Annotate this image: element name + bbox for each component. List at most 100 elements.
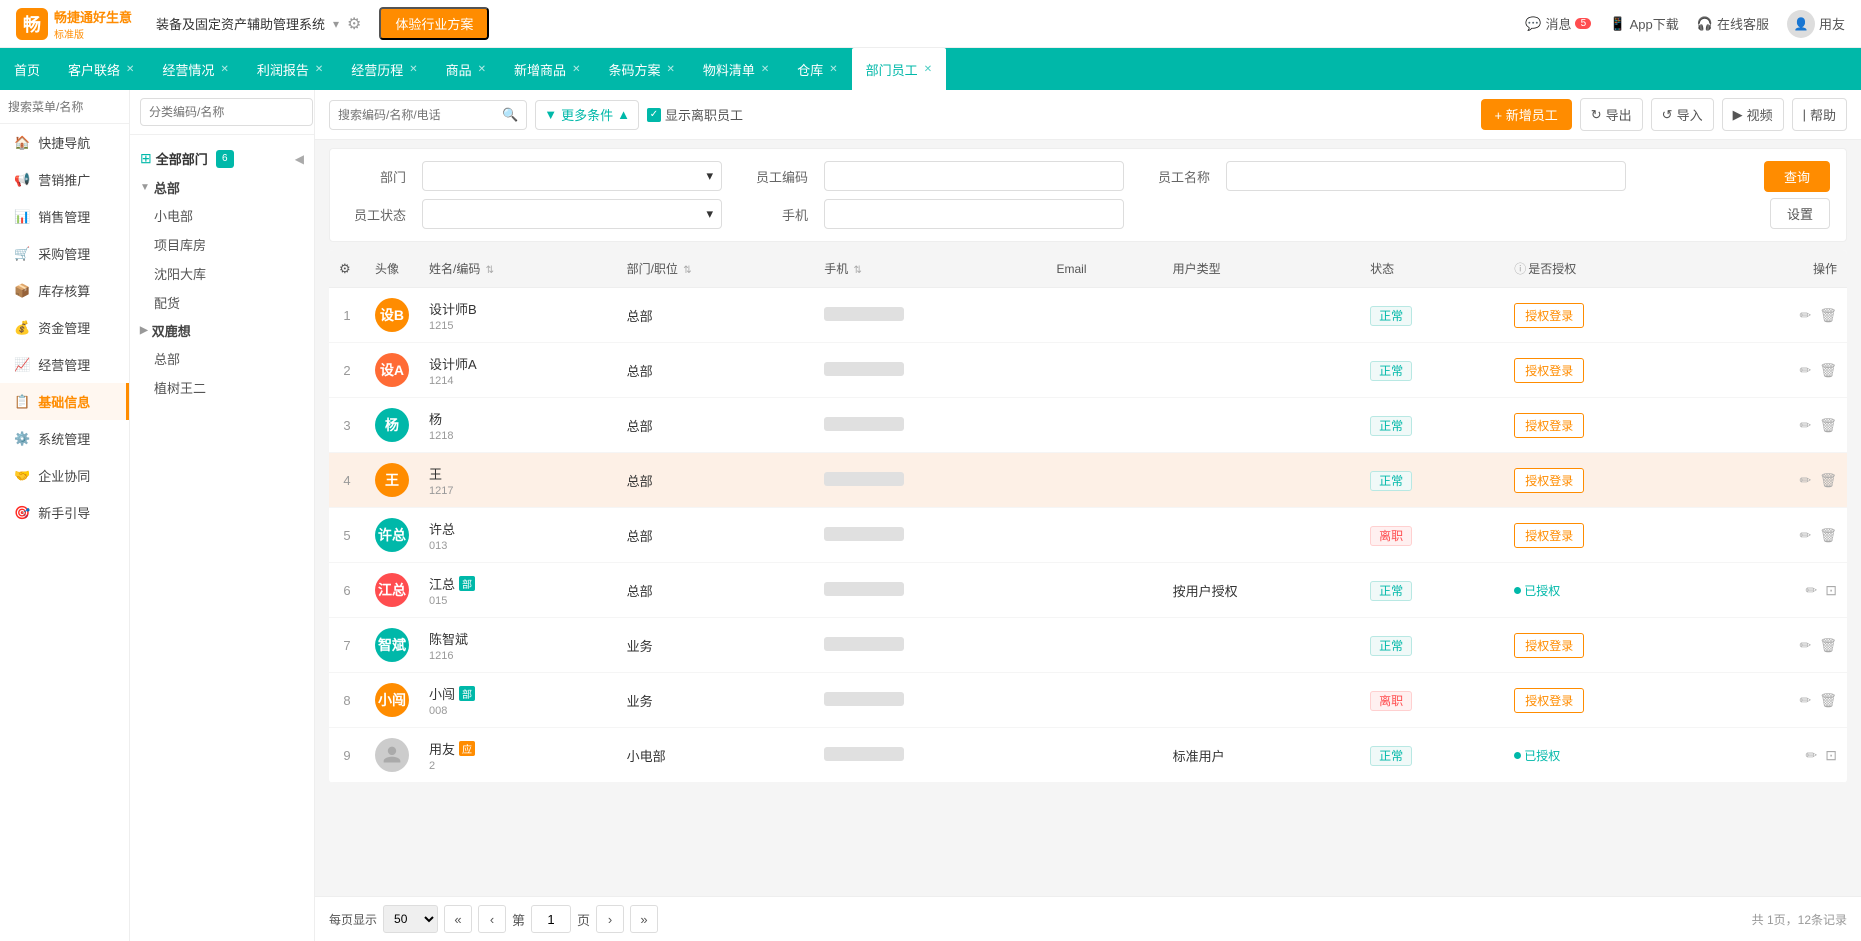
last-page-btn[interactable]: » <box>630 905 658 933</box>
tab-customer[interactable]: 客户联络✕ <box>54 48 148 90</box>
edit-icon[interactable]: ✏ <box>1806 747 1818 764</box>
sidebar-item-system[interactable]: ⚙️ 系统管理 <box>0 420 129 457</box>
tree-group-headquarters[interactable]: ▼ 总部 <box>130 174 314 201</box>
tree-node-zhishu[interactable]: 植树王二 <box>130 373 314 402</box>
delete-icon[interactable]: 🗑 <box>1819 307 1837 324</box>
trial-button[interactable]: 体验行业方案 <box>379 7 489 40</box>
show-resigned-checkbox[interactable]: ✓ 显示离职员工 <box>647 105 743 124</box>
sidebar-item-marketing[interactable]: 📢 营销推广 <box>0 161 129 198</box>
close-icon[interactable]: ✕ <box>829 64 837 75</box>
close-icon[interactable]: ✕ <box>126 64 134 75</box>
view-button[interactable]: ▶ 视频 <box>1722 98 1784 131</box>
tree-node-shenyang[interactable]: 沈阳大库 <box>130 259 314 288</box>
user-btn[interactable]: 👤 用友 <box>1787 10 1845 38</box>
emp-name-input[interactable] <box>1226 161 1626 191</box>
col-name[interactable]: 姓名/编码 ⇅ <box>419 250 617 288</box>
next-page-btn[interactable]: › <box>596 905 624 933</box>
help-button[interactable]: | 帮助 <box>1792 98 1847 131</box>
sidebar-item-collab[interactable]: 🤝 企业协同 <box>0 457 129 494</box>
tab-bom[interactable]: 物料清单✕ <box>689 48 783 90</box>
gear-icon[interactable]: ⚙ <box>347 14 361 34</box>
tab-home[interactable]: 首页 <box>0 48 54 90</box>
tree-node-xiaodibu[interactable]: 小电部 <box>130 201 314 230</box>
tree-node-delivery[interactable]: 配货 <box>130 288 314 317</box>
tab-goods[interactable]: 商品✕ <box>432 48 500 90</box>
col-dept[interactable]: 部门/职位 ⇅ <box>617 250 815 288</box>
sidebar-item-guide[interactable]: 🎯 新手引导 <box>0 494 129 531</box>
tab-new-goods[interactable]: 新增商品✕ <box>500 48 594 90</box>
tab-operations[interactable]: 经营情况✕ <box>148 48 242 90</box>
phone-input[interactable] <box>824 199 1124 229</box>
copy-icon[interactable]: ⊡ <box>1825 747 1837 764</box>
import-button[interactable]: ↺ 导入 <box>1651 98 1714 131</box>
edit-icon[interactable]: ✏ <box>1799 472 1811 489</box>
close-icon[interactable]: ✕ <box>924 64 932 75</box>
page-input[interactable] <box>531 905 571 933</box>
edit-icon[interactable]: ✏ <box>1799 417 1811 434</box>
first-page-btn[interactable]: « <box>444 905 472 933</box>
auth-button[interactable]: 授权登录 <box>1514 413 1584 438</box>
delete-icon[interactable]: 🗑 <box>1819 692 1837 709</box>
sidebar-item-bizmanage[interactable]: 📈 经营管理 <box>0 346 129 383</box>
auth-button[interactable]: 授权登录 <box>1514 358 1584 383</box>
tab-barcode[interactable]: 条码方案✕ <box>594 48 688 90</box>
close-icon[interactable]: ✕ <box>478 64 486 75</box>
edit-icon[interactable]: ✏ <box>1799 362 1811 379</box>
dropdown-arrow-icon[interactable]: ▾ <box>333 17 339 31</box>
copy-icon[interactable]: ⊡ <box>1825 582 1837 599</box>
close-icon[interactable]: ✕ <box>315 64 323 75</box>
tree-all-dept[interactable]: ⊞ 全部部门 6 ◀ <box>130 143 314 174</box>
auth-button[interactable]: 授权登录 <box>1514 303 1584 328</box>
sidebar-item-inventory[interactable]: 📦 库存核算 <box>0 272 129 309</box>
close-icon[interactable]: ✕ <box>220 64 228 75</box>
edit-icon[interactable]: ✏ <box>1799 692 1811 709</box>
edit-icon[interactable]: ✏ <box>1799 527 1811 544</box>
delete-icon[interactable]: 🗑 <box>1819 417 1837 434</box>
auth-button[interactable]: 授权登录 <box>1514 633 1584 658</box>
col-phone[interactable]: 手机 ⇅ <box>814 250 1046 288</box>
edit-icon[interactable]: ✏ <box>1799 307 1811 324</box>
settings-icon[interactable]: ⚙ <box>339 261 351 276</box>
message-btn[interactable]: 💬 消息 5 <box>1525 14 1591 33</box>
sidebar-search-input[interactable] <box>8 100 130 114</box>
add-employee-button[interactable]: + 新增员工 <box>1481 99 1572 130</box>
col-settings[interactable]: ⚙ <box>329 250 365 288</box>
sidebar-item-finance[interactable]: 💰 资金管理 <box>0 309 129 346</box>
delete-icon[interactable]: 🗑 <box>1819 527 1837 544</box>
auth-button[interactable]: 授权登录 <box>1514 688 1584 713</box>
tab-history[interactable]: 经营历程✕ <box>337 48 431 90</box>
tree-node-zongbu[interactable]: 总部 <box>130 344 314 373</box>
close-icon[interactable]: ✕ <box>409 64 417 75</box>
per-page-select[interactable]: 50 100 200 <box>383 905 438 933</box>
export-button[interactable]: ↻ 导出 <box>1580 98 1643 131</box>
app-download-btn[interactable]: 📱 App下载 <box>1609 14 1678 33</box>
dept-filter-select[interactable]: ▾ <box>422 161 722 191</box>
search-input[interactable] <box>338 108 498 122</box>
auth-button[interactable]: 授权登录 <box>1514 468 1584 493</box>
tree-group-shuanglu[interactable]: ▶ 双鹿想 <box>130 317 314 344</box>
delete-icon[interactable]: 🗑 <box>1819 472 1837 489</box>
service-btn[interactable]: 🎧 在线客服 <box>1697 14 1769 33</box>
edit-icon[interactable]: ✏ <box>1799 637 1811 654</box>
sidebar-item-purchase[interactable]: 🛒 采购管理 <box>0 235 129 272</box>
tab-warehouse[interactable]: 仓库✕ <box>783 48 851 90</box>
emp-status-select[interactable]: ▾ <box>422 199 722 229</box>
query-button[interactable]: 查询 <box>1764 161 1830 192</box>
tree-collapse-arrow[interactable]: ◀ <box>295 152 304 166</box>
tree-search-input[interactable] <box>140 98 313 126</box>
sidebar-item-quicknav[interactable]: 🏠 快捷导航 <box>0 124 129 161</box>
sidebar-item-basic[interactable]: 📋 基础信息 <box>0 383 129 420</box>
emp-code-input[interactable] <box>824 161 1124 191</box>
set-button[interactable]: 设置 <box>1770 198 1830 229</box>
sidebar-item-sales[interactable]: 📊 销售管理 <box>0 198 129 235</box>
close-icon[interactable]: ✕ <box>666 64 674 75</box>
tree-node-project[interactable]: 项目库房 <box>130 230 314 259</box>
close-icon[interactable]: ✕ <box>761 64 769 75</box>
delete-icon[interactable]: 🗑 <box>1819 637 1837 654</box>
close-icon[interactable]: ✕ <box>572 64 580 75</box>
edit-icon[interactable]: ✏ <box>1806 582 1818 599</box>
more-filter-btn[interactable]: ▼ 更多条件 ▲ <box>535 100 639 130</box>
prev-page-btn[interactable]: ‹ <box>478 905 506 933</box>
tab-profit[interactable]: 利润报告✕ <box>243 48 337 90</box>
auth-button[interactable]: 授权登录 <box>1514 523 1584 548</box>
